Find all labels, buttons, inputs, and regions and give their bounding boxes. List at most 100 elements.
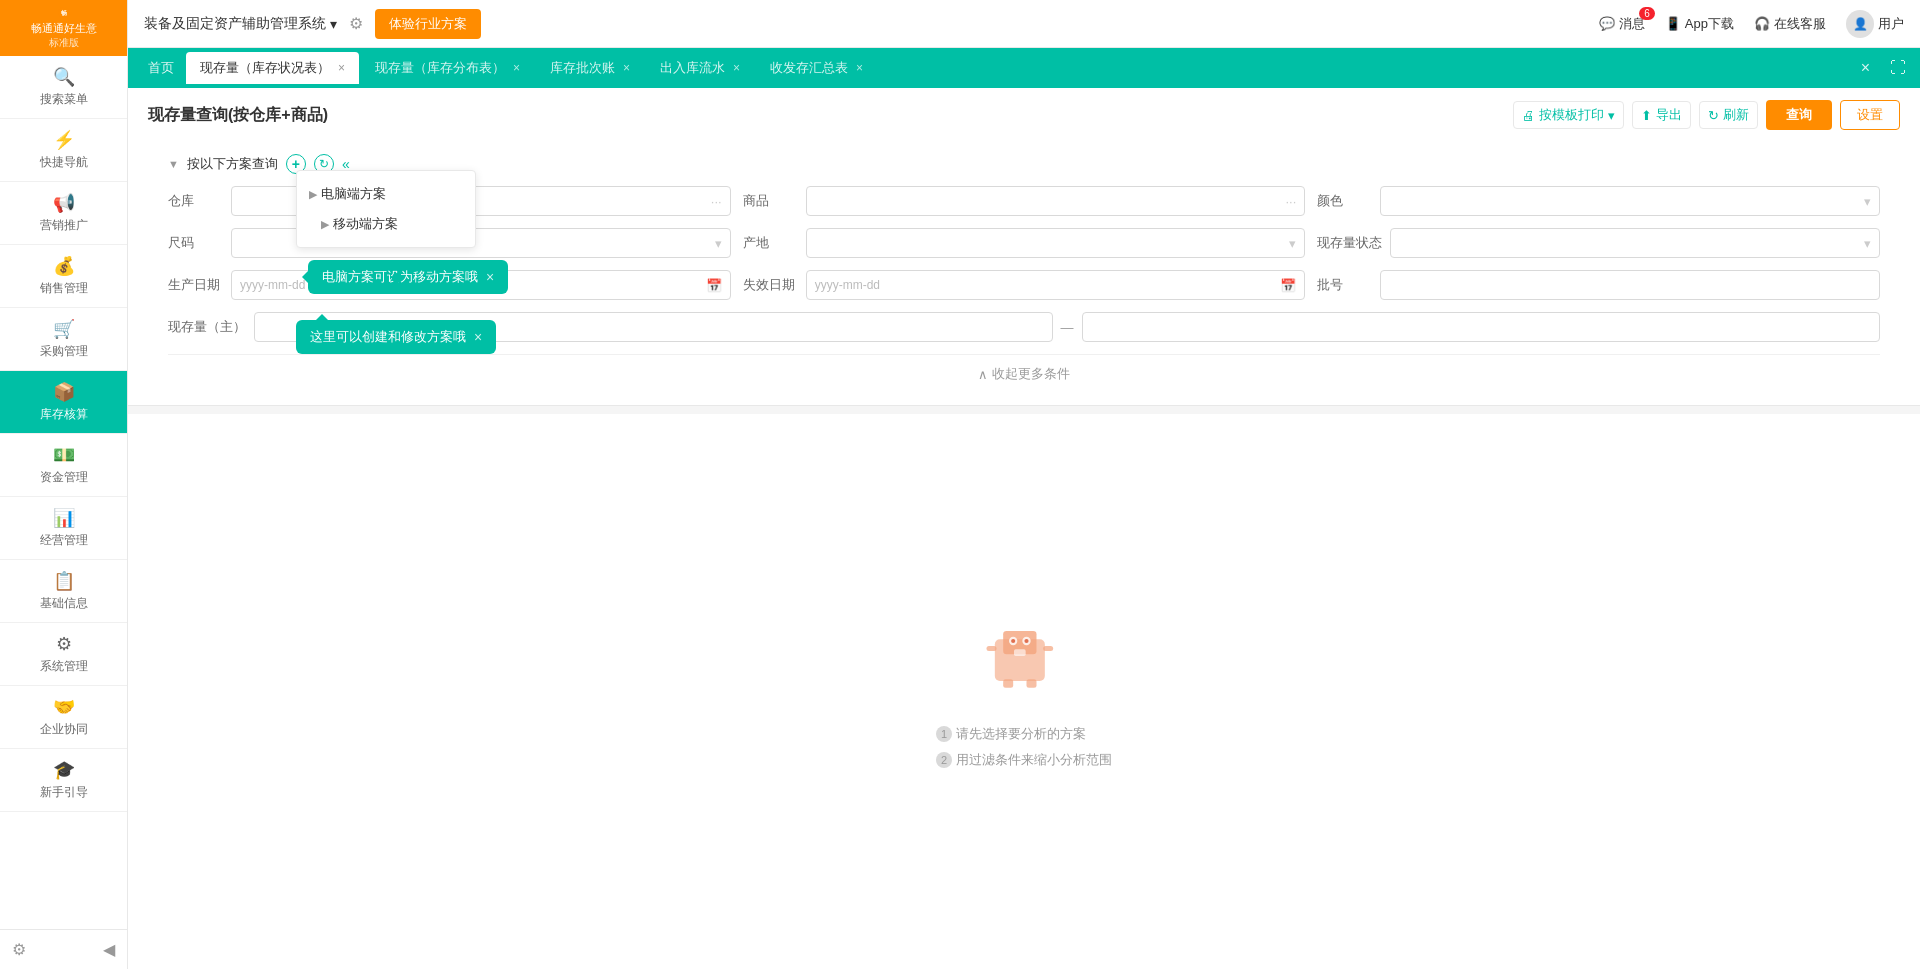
header-settings-icon[interactable]: ⚙	[349, 14, 363, 33]
sidebar-item-label: 经营管理	[40, 532, 88, 549]
empty-state-image	[974, 611, 1074, 701]
page-title: 现存量查询(按仓库+商品)	[148, 105, 328, 126]
stock-qty-max[interactable]	[1082, 312, 1881, 342]
sidebar-item-stock[interactable]: 📦 库存核算	[0, 371, 127, 434]
svg-rect-8	[1014, 649, 1026, 656]
online-service-item[interactable]: 🎧 在线客服	[1754, 15, 1826, 33]
clipboard-icon: 📋	[53, 570, 75, 592]
industry-btn[interactable]: 体验行业方案	[375, 9, 481, 39]
tab-close-icon[interactable]: ×	[856, 61, 863, 75]
prod-date-label: 生产日期	[168, 276, 223, 294]
message-item[interactable]: 💬 消息 6	[1599, 15, 1645, 33]
bell-icon: 💬	[1599, 16, 1615, 31]
sidebar-item-enterprise[interactable]: 🤝 企业协同	[0, 686, 127, 749]
sidebar-item-basic[interactable]: 📋 基础信息	[0, 560, 127, 623]
tab-close-icon[interactable]: ×	[733, 61, 740, 75]
settings-icon[interactable]: ⚙	[12, 940, 26, 959]
sidebar-item-system[interactable]: ⚙ 系统管理	[0, 623, 127, 686]
tab-label: 收发存汇总表	[770, 59, 848, 77]
sidebar-item-quick[interactable]: ⚡ 快捷导航	[0, 119, 127, 182]
refresh-btn[interactable]: ↻ 刷新	[1699, 101, 1758, 129]
batch-label: 批号	[1317, 276, 1372, 294]
search-icon: 🔍	[53, 66, 75, 88]
sidebar-item-sales[interactable]: 💰 销售管理	[0, 245, 127, 308]
sidebar-item-search[interactable]: 🔍 搜索菜单	[0, 56, 127, 119]
chevron-down-icon: ▾	[1608, 108, 1615, 123]
tab-stock-status[interactable]: 现存量（库存状况表） ×	[186, 52, 359, 84]
color-select[interactable]: ▾	[1380, 186, 1880, 216]
tab-stock-dist[interactable]: 现存量（库存分布表） ×	[361, 52, 534, 84]
tooltip-text: 这里可以创建和修改方案哦	[310, 328, 466, 346]
scheme-mobile-item[interactable]: ▶ 移动端方案	[297, 209, 475, 239]
sidebar-item-label: 基础信息	[40, 595, 88, 612]
export-btn[interactable]: ⬆ 导出	[1632, 101, 1691, 129]
tab-fullscreen-icon[interactable]: ⛶	[1884, 57, 1912, 79]
header-right: 💬 消息 6 📱 App下载 🎧 在线客服 👤 用户	[1599, 10, 1904, 38]
calendar-icon: 📅	[1280, 278, 1296, 293]
user-label: 用户	[1878, 15, 1904, 33]
online-service-label: 在线客服	[1774, 15, 1826, 33]
tooltip-create-hint: 这里可以创建和修改方案哦 ×	[296, 320, 496, 354]
tab-label: 出入库流水	[660, 59, 725, 77]
collapse-btn[interactable]: ∧ 收起更多条件	[168, 354, 1880, 393]
sidebar-item-purchase[interactable]: 🛒 采购管理	[0, 308, 127, 371]
svg-rect-11	[1003, 679, 1013, 687]
scheme-pc-item[interactable]: ▶ 电脑端方案	[297, 179, 475, 209]
app-download-item[interactable]: 📱 App下载	[1665, 15, 1734, 33]
tab-stock-batch[interactable]: 库存批次账 ×	[536, 52, 644, 84]
sidebar-collapse-icon[interactable]: ◀	[103, 940, 115, 959]
dots-icon: ···	[1285, 194, 1296, 209]
goods-select[interactable]: ···	[806, 186, 1306, 216]
qty-max-input[interactable]	[1091, 320, 1872, 335]
tab-close-icon[interactable]: ×	[513, 61, 520, 75]
goods-label: 商品	[743, 192, 798, 210]
sidebar-item-label: 快捷导航	[40, 154, 88, 171]
tab-receive-summary[interactable]: 收发存汇总表 ×	[756, 52, 877, 84]
message-badge: 6	[1639, 7, 1655, 20]
sidebar-bottom: ⚙ ◀	[0, 929, 127, 969]
stock-status-select[interactable]: ▾	[1390, 228, 1880, 258]
sidebar-item-finance[interactable]: 💵 资金管理	[0, 434, 127, 497]
refresh-icon: ↻	[1708, 108, 1719, 123]
stock-status-label: 现存量状态	[1317, 234, 1382, 252]
connector-dot	[392, 273, 402, 283]
tab-home[interactable]: 首页	[136, 53, 186, 83]
origin-select[interactable]: ▾	[806, 228, 1306, 258]
tooltip-close-icon[interactable]: ×	[486, 269, 494, 285]
sidebar-item-operation[interactable]: 📊 经营管理	[0, 497, 127, 560]
logo-text: 畅通通好生意	[31, 21, 97, 36]
megaphone-icon: 📢	[53, 192, 75, 214]
set-button[interactable]: 设置	[1840, 100, 1900, 130]
system-title-text: 装备及固定资产辅助管理系统	[144, 15, 326, 33]
filter-batch: 批号	[1317, 270, 1880, 300]
sidebar-item-marketing[interactable]: 📢 营销推广	[0, 182, 127, 245]
tab-inout-flow[interactable]: 出入库流水 ×	[646, 52, 754, 84]
query-button[interactable]: 查询	[1766, 100, 1832, 130]
chevron-down-icon: ▾	[330, 16, 337, 32]
money-icon: 💰	[53, 255, 75, 277]
origin-label: 产地	[743, 234, 798, 252]
lightning-icon: ⚡	[53, 129, 75, 151]
scheme-mobile-label: 移动端方案	[333, 215, 398, 233]
printer-icon: 🖨	[1522, 108, 1535, 123]
system-title-select[interactable]: 装备及固定资产辅助管理系统 ▾	[144, 15, 337, 33]
empty-hint-1: 1请先选择要分析的方案 2用过滤条件来缩小分析范围	[936, 721, 1112, 773]
dots-icon: ···	[711, 194, 722, 209]
tab-label: 库存批次账	[550, 59, 615, 77]
user-item[interactable]: 👤 用户	[1846, 10, 1904, 38]
box-icon: 📦	[53, 381, 75, 403]
sidebar-item-guide[interactable]: 🎓 新手引导	[0, 749, 127, 812]
filter-stock-status: 现存量状态 ▾	[1317, 228, 1880, 258]
tab-bar: 首页 现存量（库存状况表） × 现存量（库存分布表） × 库存批次账 × 出入库…	[128, 48, 1920, 88]
expiry-date-input[interactable]: yyyy-mm-dd 📅	[806, 270, 1306, 300]
empty-state: 1请先选择要分析的方案 2用过滤条件来缩小分析范围	[128, 414, 1920, 969]
tab-close-all-icon[interactable]: ×	[1855, 57, 1876, 79]
print-btn[interactable]: 🖨 按模板打印 ▾	[1513, 101, 1624, 129]
tooltip-close-icon[interactable]: ×	[474, 329, 482, 345]
tab-close-icon[interactable]: ×	[338, 61, 345, 75]
color-label: 颜色	[1317, 192, 1372, 210]
batch-input[interactable]	[1380, 270, 1880, 300]
header-left: 装备及固定资产辅助管理系统 ▾ ⚙ 体验行业方案	[144, 9, 481, 39]
batch-text-input[interactable]	[1389, 278, 1871, 293]
tab-close-icon[interactable]: ×	[623, 61, 630, 75]
